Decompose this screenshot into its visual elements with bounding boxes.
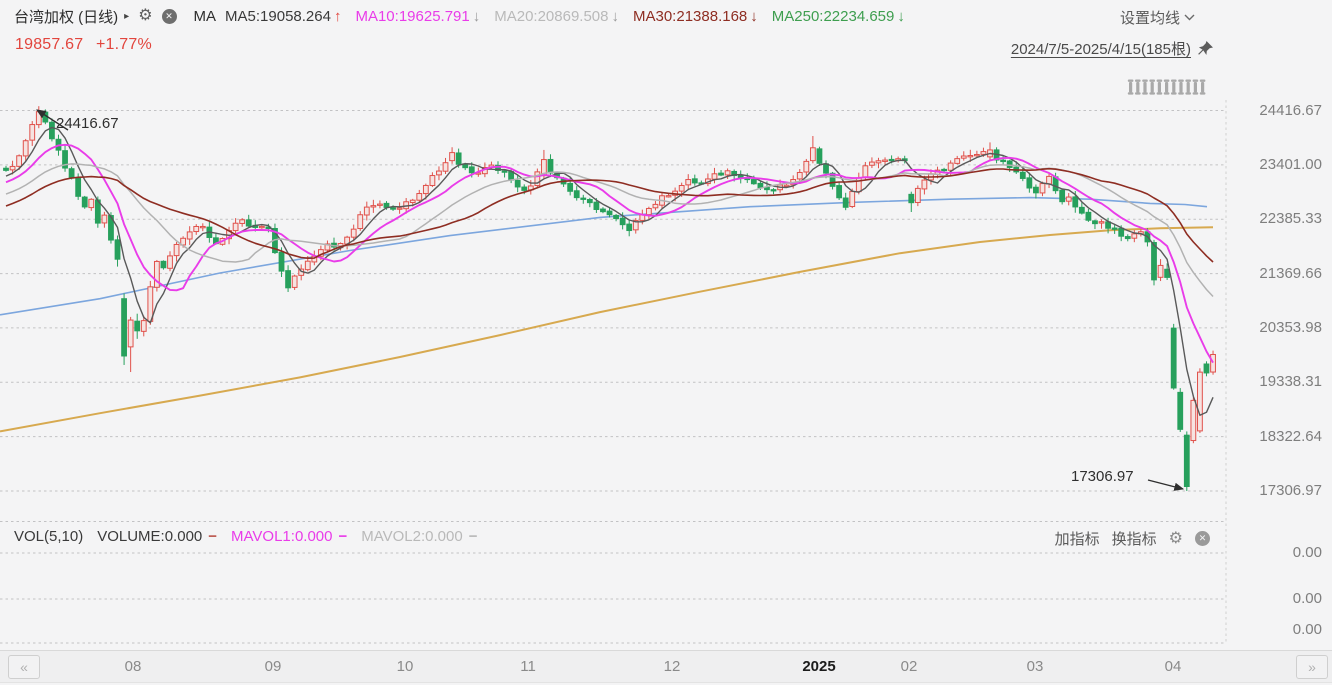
volume-axis-label: 0.00 bbox=[1236, 590, 1322, 608]
switch-indicator-button[interactable]: 换指标 bbox=[1112, 528, 1157, 549]
time-axis-label: 03 bbox=[1027, 658, 1044, 675]
vol-legend-item: MAVOL2:0.000− bbox=[361, 528, 477, 545]
ma-legend-item: MA250:22234.659↓ bbox=[772, 8, 905, 25]
price-axis-label: 20353.98 bbox=[1236, 319, 1322, 337]
time-axis-label: 08 bbox=[125, 658, 142, 675]
ma-settings-button[interactable]: 设置均线 bbox=[1120, 7, 1195, 28]
chart-canvas[interactable] bbox=[0, 0, 1332, 685]
vol-indicator-label: VOL(5,10) bbox=[14, 528, 83, 545]
ma-trend-arrow-icon: ↓ bbox=[750, 8, 758, 25]
date-range-link[interactable]: 2024/7/5-2025/4/15(185根) bbox=[1011, 38, 1191, 59]
scroll-left-button[interactable]: « bbox=[8, 655, 40, 679]
ma-legend-value: MA20:20869.508 bbox=[494, 8, 608, 25]
volume-axis-label: 0.00 bbox=[1236, 544, 1322, 562]
time-axis-label: 09 bbox=[265, 658, 282, 675]
ma-legend-item: MA5:19058.264↑ bbox=[225, 8, 341, 25]
ma-settings-label: 设置均线 bbox=[1120, 7, 1180, 28]
ma-legend-item: MA20:20869.508↓ bbox=[494, 8, 619, 25]
vol-legend-item: MAVOL1:0.000− bbox=[231, 528, 347, 545]
volume-axis-label: 0.00 bbox=[1236, 621, 1322, 639]
ma-indicator-label: MA bbox=[194, 8, 217, 25]
pin-icon[interactable] bbox=[1197, 40, 1214, 57]
ma-legend: MA5:19058.264↑MA10:19625.791↓MA20:20869.… bbox=[225, 8, 905, 25]
scroll-right-button[interactable]: » bbox=[1296, 655, 1328, 679]
vol-dash-icon: − bbox=[208, 528, 217, 545]
time-axis-label: 10 bbox=[397, 658, 414, 675]
ma-trend-arrow-icon: ↓ bbox=[897, 8, 905, 25]
price-axis-label: 22385.33 bbox=[1236, 210, 1322, 228]
price-axis-label: 24416.67 bbox=[1236, 102, 1322, 120]
gear-icon[interactable]: ⚙ bbox=[138, 8, 152, 24]
ma-trend-arrow-icon: ↑ bbox=[334, 8, 342, 25]
price-axis-label: 18322.64 bbox=[1236, 428, 1322, 446]
vol-legend-value: MAVOL2:0.000 bbox=[361, 528, 462, 545]
time-axis: « 08 09 10 11 12 2025 02 03 04 » bbox=[0, 650, 1332, 683]
price-axis-label: 23401.00 bbox=[1236, 156, 1322, 174]
vol-dash-icon: − bbox=[469, 528, 478, 545]
symbol-title[interactable]: 台湾加权 (日线) bbox=[14, 6, 118, 27]
volume-header-actions: 加指标 换指标 ⚙ ✕ bbox=[1055, 528, 1210, 549]
vol-close-icon[interactable]: ✕ bbox=[1195, 531, 1210, 546]
price-quote: 19857.67 +1.77% bbox=[15, 36, 152, 54]
vol-legend-value: MAVOL1:0.000 bbox=[231, 528, 332, 545]
ma-trend-arrow-icon: ↓ bbox=[612, 8, 620, 25]
ma-legend-value: MA30:21388.168 bbox=[633, 8, 747, 25]
chevron-down-icon bbox=[1184, 14, 1195, 21]
vol-dash-icon: − bbox=[338, 528, 347, 545]
time-axis-label: 12 bbox=[664, 658, 681, 675]
time-axis-label: 2025 bbox=[802, 658, 835, 675]
price-axis-label: 19338.31 bbox=[1236, 373, 1322, 391]
chart-header: 台湾加权 (日线) ▸ ⚙ ✕ MA MA5:19058.264↑ MA10:19… bbox=[14, 5, 905, 27]
vol-legend-value: VOLUME:0.000 bbox=[97, 528, 202, 545]
vol-legend-item: VOLUME:0.000− bbox=[97, 528, 217, 545]
vol-gear-icon[interactable]: ⚙ bbox=[1169, 531, 1183, 547]
change-percent: +1.77% bbox=[96, 36, 152, 53]
price-annotation: 24416.67 bbox=[56, 115, 119, 132]
time-axis-label: 02 bbox=[901, 658, 918, 675]
close-icon[interactable]: ✕ bbox=[162, 9, 177, 24]
time-axis-label: 11 bbox=[520, 658, 536, 675]
stock-chart-app: 台湾加权 (日线) ▸ ⚙ ✕ MA MA5:19058.264↑ MA10:19… bbox=[0, 0, 1332, 685]
symbol-caret-icon[interactable]: ▸ bbox=[124, 11, 129, 22]
ma-trend-arrow-icon: ↓ bbox=[473, 8, 481, 25]
price-axis-label: 21369.66 bbox=[1236, 265, 1322, 283]
time-axis-label: 04 bbox=[1165, 658, 1182, 675]
price-axis-label: 17306.97 bbox=[1236, 482, 1322, 500]
last-price: 19857.67 bbox=[15, 36, 83, 53]
ma-legend-item: MA30:21388.168↓ bbox=[633, 8, 758, 25]
volume-header: VOL(5,10) VOLUME:0.000−MAVOL1:0.000−MAVO… bbox=[14, 528, 477, 545]
ma-legend-value: MA10:19625.791 bbox=[355, 8, 469, 25]
date-range: 2024/7/5-2025/4/15(185根) bbox=[1011, 38, 1214, 59]
add-indicator-button[interactable]: 加指标 bbox=[1055, 528, 1100, 549]
ma-legend-value: MA250:22234.659 bbox=[772, 8, 895, 25]
vol-legend: VOLUME:0.000−MAVOL1:0.000−MAVOL2:0.000− bbox=[97, 528, 477, 545]
ma-legend-value: MA5:19058.264 bbox=[225, 8, 331, 25]
price-annotation: 17306.97 bbox=[1071, 468, 1134, 485]
ma-legend-item: MA10:19625.791↓ bbox=[355, 8, 480, 25]
